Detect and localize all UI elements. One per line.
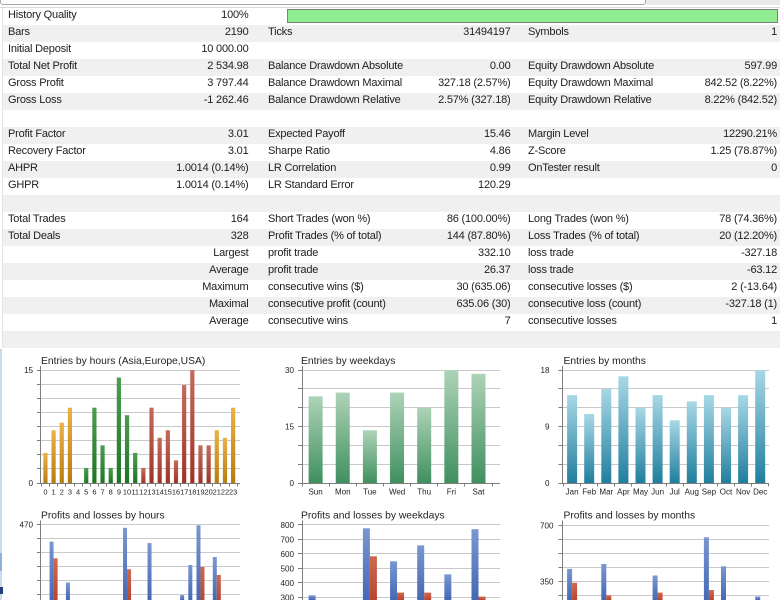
- svg-text:0: 0: [28, 479, 33, 488]
- svg-text:May: May: [633, 488, 648, 497]
- svg-text:Entries by weekdays: Entries by weekdays: [301, 356, 395, 367]
- svg-text:Jul: Jul: [670, 488, 680, 497]
- svg-text:350: 350: [540, 578, 554, 587]
- svg-text:Tue: Tue: [363, 488, 377, 497]
- svg-text:15: 15: [164, 488, 172, 497]
- svg-text:Sun: Sun: [308, 488, 322, 497]
- svg-text:18: 18: [540, 366, 550, 375]
- svg-text:14: 14: [156, 488, 164, 497]
- svg-text:Profits and losses by months: Profits and losses by months: [564, 511, 696, 522]
- svg-text:12: 12: [139, 488, 147, 497]
- svg-text:Fri: Fri: [447, 488, 457, 497]
- svg-text:Oct: Oct: [720, 488, 733, 497]
- svg-text:23: 23: [229, 488, 237, 497]
- svg-text:0: 0: [545, 479, 550, 488]
- svg-text:11: 11: [131, 488, 139, 497]
- svg-text:Wed: Wed: [389, 488, 405, 497]
- svg-text:Mon: Mon: [335, 488, 351, 497]
- svg-text:6: 6: [92, 488, 96, 497]
- svg-text:30: 30: [285, 366, 295, 375]
- svg-text:Sep: Sep: [702, 488, 717, 497]
- svg-text:Thu: Thu: [417, 488, 431, 497]
- svg-text:17: 17: [180, 488, 188, 497]
- svg-text:0: 0: [43, 488, 47, 497]
- svg-text:Entries by hours (Asia,Europe,: Entries by hours (Asia,Europe,USA): [41, 356, 205, 367]
- svg-text:700: 700: [540, 521, 554, 530]
- svg-text:Dec: Dec: [753, 488, 767, 497]
- svg-text:3: 3: [68, 488, 72, 497]
- svg-text:Nov: Nov: [736, 488, 750, 497]
- svg-text:7: 7: [101, 488, 105, 497]
- svg-text:Aug: Aug: [685, 488, 699, 497]
- svg-text:15: 15: [24, 366, 34, 375]
- svg-text:5: 5: [84, 488, 88, 497]
- svg-text:Jun: Jun: [651, 488, 664, 497]
- svg-text:Jan: Jan: [566, 488, 579, 497]
- svg-text:16: 16: [172, 488, 180, 497]
- svg-text:9: 9: [117, 488, 121, 497]
- svg-text:300: 300: [280, 593, 294, 600]
- svg-text:20: 20: [204, 488, 212, 497]
- svg-text:Mar: Mar: [599, 488, 613, 497]
- svg-text:18: 18: [188, 488, 196, 497]
- svg-text:15: 15: [285, 423, 295, 432]
- svg-text:8: 8: [109, 488, 113, 497]
- svg-text:600: 600: [280, 550, 294, 559]
- svg-text:1: 1: [52, 488, 56, 497]
- svg-text:2: 2: [60, 488, 64, 497]
- svg-text:9: 9: [545, 423, 550, 432]
- svg-text:0: 0: [289, 479, 294, 488]
- svg-text:470: 470: [19, 521, 33, 530]
- svg-text:Sat: Sat: [472, 488, 485, 497]
- svg-text:500: 500: [280, 564, 294, 573]
- svg-text:22: 22: [221, 488, 229, 497]
- svg-text:800: 800: [280, 521, 294, 530]
- svg-text:4: 4: [76, 488, 80, 497]
- svg-text:19: 19: [196, 488, 204, 497]
- svg-text:400: 400: [280, 579, 294, 588]
- svg-text:Apr: Apr: [617, 488, 630, 497]
- svg-text:Feb: Feb: [582, 488, 596, 497]
- svg-text:Profits and losses by hours: Profits and losses by hours: [41, 511, 165, 522]
- svg-text:21: 21: [213, 488, 221, 497]
- svg-text:Profits and losses by weekdays: Profits and losses by weekdays: [301, 511, 445, 522]
- svg-text:Entries by months: Entries by months: [564, 356, 646, 367]
- svg-text:700: 700: [280, 536, 294, 545]
- svg-text:13: 13: [147, 488, 155, 497]
- svg-text:10: 10: [123, 488, 131, 497]
